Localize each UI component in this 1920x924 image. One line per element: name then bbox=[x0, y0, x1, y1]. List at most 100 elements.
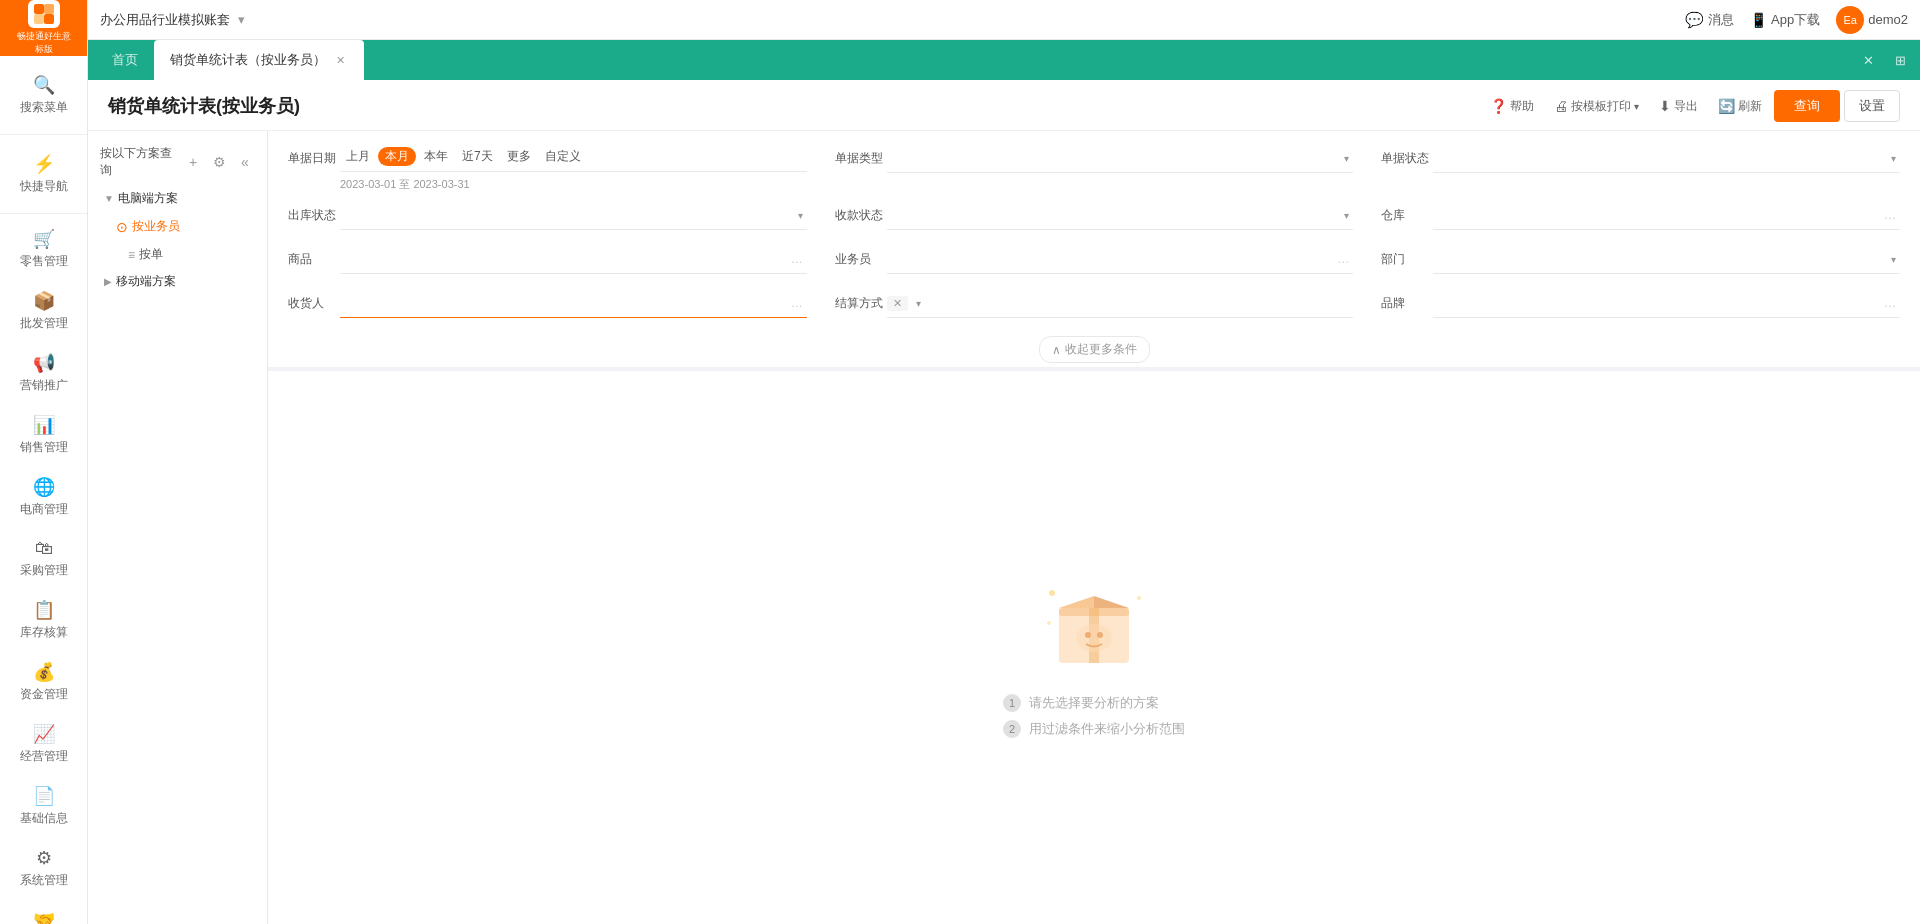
warehouse-dots[interactable]: … bbox=[1880, 208, 1900, 222]
print-btn[interactable]: 🖨 按模板打印 ▾ bbox=[1546, 94, 1647, 119]
scheme-settings-btn[interactable]: ⚙ bbox=[209, 152, 229, 172]
doc-status-field[interactable] bbox=[1433, 151, 1887, 165]
doc-type-filter-cell: 单据类型 ▾ bbox=[831, 141, 1358, 177]
receiver-input[interactable]: … bbox=[340, 290, 807, 318]
product-input[interactable]: … bbox=[340, 246, 807, 274]
doc-type-input[interactable]: ▾ bbox=[887, 145, 1354, 173]
out-status-filter-cell: 出库状态 ▾ bbox=[284, 198, 811, 234]
mobile-group-title: 移动端方案 bbox=[116, 273, 259, 290]
dept-input[interactable]: ▾ bbox=[1433, 246, 1900, 274]
settle-tag-close[interactable]: ✕ bbox=[893, 297, 902, 310]
export-icon: ⬇ bbox=[1659, 98, 1671, 114]
date-custom[interactable]: 自定义 bbox=[539, 146, 587, 167]
sidebar-item-marketing[interactable]: 📢 营销推广 bbox=[0, 342, 88, 404]
refresh-btn[interactable]: 🔄 刷新 bbox=[1710, 94, 1770, 119]
tab-home[interactable]: 首页 bbox=[96, 40, 154, 80]
receiver-filter-cell: 收货人 … bbox=[284, 286, 811, 322]
brand-input[interactable]: … bbox=[1433, 290, 1900, 318]
sidebar-search-label: 搜索菜单 bbox=[20, 99, 68, 116]
salesperson-field[interactable] bbox=[887, 252, 1334, 266]
date-last-month[interactable]: 上月 bbox=[340, 146, 376, 167]
query-btn[interactable]: 查询 bbox=[1774, 90, 1840, 122]
out-status-arrow[interactable]: ▾ bbox=[794, 210, 807, 221]
salesperson-scheme-icon: ⊙ bbox=[116, 219, 128, 235]
sidebar-item-ops[interactable]: 📈 经营管理 bbox=[0, 713, 88, 775]
scheme-add-btn[interactable]: + bbox=[183, 152, 203, 172]
sidebar: 畅捷通好生意 标版 🔍 搜索菜单 ⚡ 快捷导航 🛒 零售管理 📦 批发管理 📢 … bbox=[0, 0, 88, 924]
date-more[interactable]: 更多 bbox=[501, 146, 537, 167]
page-header-actions: ❓ 帮助 🖨 按模板打印 ▾ ⬇ 导出 🔄 刷新 bbox=[1482, 90, 1900, 122]
scheme-desktop-header[interactable]: ▼ 电脑端方案 bbox=[88, 185, 267, 212]
brand-field[interactable] bbox=[1433, 296, 1880, 310]
date-7days[interactable]: 近7天 bbox=[456, 146, 499, 167]
dept-arrow[interactable]: ▾ bbox=[1887, 254, 1900, 265]
receiver-dots[interactable]: … bbox=[787, 296, 807, 310]
svg-point-11 bbox=[1085, 632, 1091, 638]
settle-arrow[interactable]: ▾ bbox=[912, 298, 925, 309]
sidebar-item-inventory[interactable]: 📋 库存核算 bbox=[0, 589, 88, 651]
dept-field[interactable] bbox=[1433, 252, 1887, 266]
help-btn[interactable]: ❓ 帮助 bbox=[1482, 94, 1542, 119]
warehouse-field[interactable] bbox=[1433, 208, 1880, 222]
collapse-btn[interactable]: ∧ 收起更多条件 bbox=[1039, 336, 1150, 363]
scheme-item-salesperson[interactable]: ⊙ 按业务员 bbox=[88, 212, 267, 241]
scheme-mobile-header[interactable]: ▶ 移动端方案 bbox=[88, 268, 267, 295]
salesperson-input[interactable]: … bbox=[887, 246, 1354, 274]
scheme-sub-item-order[interactable]: ≡ 按单 bbox=[88, 241, 267, 268]
tab-close-btn[interactable]: ✕ bbox=[332, 52, 348, 68]
sidebar-item-retail[interactable]: 🛒 零售管理 bbox=[0, 218, 88, 280]
settle-input[interactable]: ✕ ▾ bbox=[887, 290, 1354, 318]
tab-expand-btn[interactable]: ⊞ bbox=[1888, 48, 1912, 72]
out-status-input[interactable]: ▾ bbox=[340, 202, 807, 230]
message-btn[interactable]: 💬 消息 bbox=[1685, 11, 1734, 29]
desktop-group-title: 电脑端方案 bbox=[118, 190, 259, 207]
print-dropdown-icon[interactable]: ▾ bbox=[1634, 101, 1639, 112]
payment-status-arrow[interactable]: ▾ bbox=[1340, 210, 1353, 221]
sidebar-item-finance[interactable]: 💰 资金管理 bbox=[0, 651, 88, 713]
page-content: 销货单统计表(按业务员) ❓ 帮助 🖨 按模板打印 ▾ ⬇ 导出 bbox=[88, 80, 1920, 924]
date-range-display: 2023-03-01 至 2023-03-31 bbox=[284, 177, 1904, 198]
svg-point-8 bbox=[1137, 596, 1141, 600]
date-this-month[interactable]: 本月 bbox=[378, 147, 416, 166]
page-top-row: 销货单统计表(按业务员) ❓ 帮助 🖨 按模板打印 ▾ ⬇ 导出 bbox=[88, 80, 1920, 131]
dept-label: 部门 bbox=[1381, 251, 1433, 268]
sidebar-item-basic[interactable]: 📄 基础信息 bbox=[0, 775, 88, 837]
app-download-btn[interactable]: 📱 App下载 bbox=[1750, 11, 1820, 29]
brand-dots[interactable]: … bbox=[1880, 296, 1900, 310]
collapse-label: 收起更多条件 bbox=[1065, 341, 1137, 358]
page-title: 销货单统计表(按业务员) bbox=[108, 94, 300, 118]
doc-type-arrow[interactable]: ▾ bbox=[1340, 153, 1353, 164]
sidebar-item-purchase[interactable]: 🛍 采购管理 bbox=[0, 528, 88, 589]
tab-sales-stat[interactable]: 销货单统计表（按业务员） ✕ bbox=[154, 40, 364, 80]
product-dots[interactable]: … bbox=[787, 252, 807, 266]
sidebar-retail-label: 零售管理 bbox=[20, 253, 68, 270]
sidebar-sales-label: 销售管理 bbox=[20, 439, 68, 456]
product-field[interactable] bbox=[340, 252, 787, 266]
sidebar-item-quick-nav[interactable]: ⚡ 快捷导航 bbox=[0, 143, 88, 205]
warehouse-input[interactable]: … bbox=[1433, 202, 1900, 230]
doc-status-input[interactable]: ▾ bbox=[1433, 145, 1900, 173]
sidebar-basic-label: 基础信息 bbox=[20, 810, 68, 827]
out-status-field[interactable] bbox=[340, 208, 794, 222]
date-this-year[interactable]: 本年 bbox=[418, 146, 454, 167]
scheme-collapse-btn[interactable]: « bbox=[235, 152, 255, 172]
doc-type-field[interactable] bbox=[887, 151, 1341, 165]
payment-status-field[interactable] bbox=[887, 208, 1341, 222]
sidebar-item-search[interactable]: 🔍 搜索菜单 bbox=[0, 64, 88, 126]
mobile-group-arrow: ▶ bbox=[104, 276, 112, 287]
settings-btn[interactable]: 设置 bbox=[1844, 90, 1900, 122]
doc-status-arrow[interactable]: ▾ bbox=[1887, 153, 1900, 164]
sidebar-finance-label: 资金管理 bbox=[20, 686, 68, 703]
sidebar-item-ecom[interactable]: 🌐 电商管理 bbox=[0, 466, 88, 528]
sidebar-item-enterprise[interactable]: 🤝 企业协同 bbox=[0, 899, 88, 924]
user-profile[interactable]: Ea demo2 bbox=[1836, 6, 1908, 34]
tab-minimize-btn[interactable]: ✕ bbox=[1856, 48, 1880, 72]
sidebar-item-sales[interactable]: 📊 销售管理 bbox=[0, 404, 88, 466]
receiver-field[interactable] bbox=[340, 296, 787, 310]
export-btn[interactable]: ⬇ 导出 bbox=[1651, 94, 1706, 119]
payment-status-input[interactable]: ▾ bbox=[887, 202, 1354, 230]
topbar-dropdown-icon[interactable]: ▾ bbox=[238, 12, 245, 27]
salesperson-dots[interactable]: … bbox=[1333, 252, 1353, 266]
sidebar-item-wholesale[interactable]: 📦 批发管理 bbox=[0, 280, 88, 342]
sidebar-item-system[interactable]: ⚙ 系统管理 bbox=[0, 837, 88, 899]
